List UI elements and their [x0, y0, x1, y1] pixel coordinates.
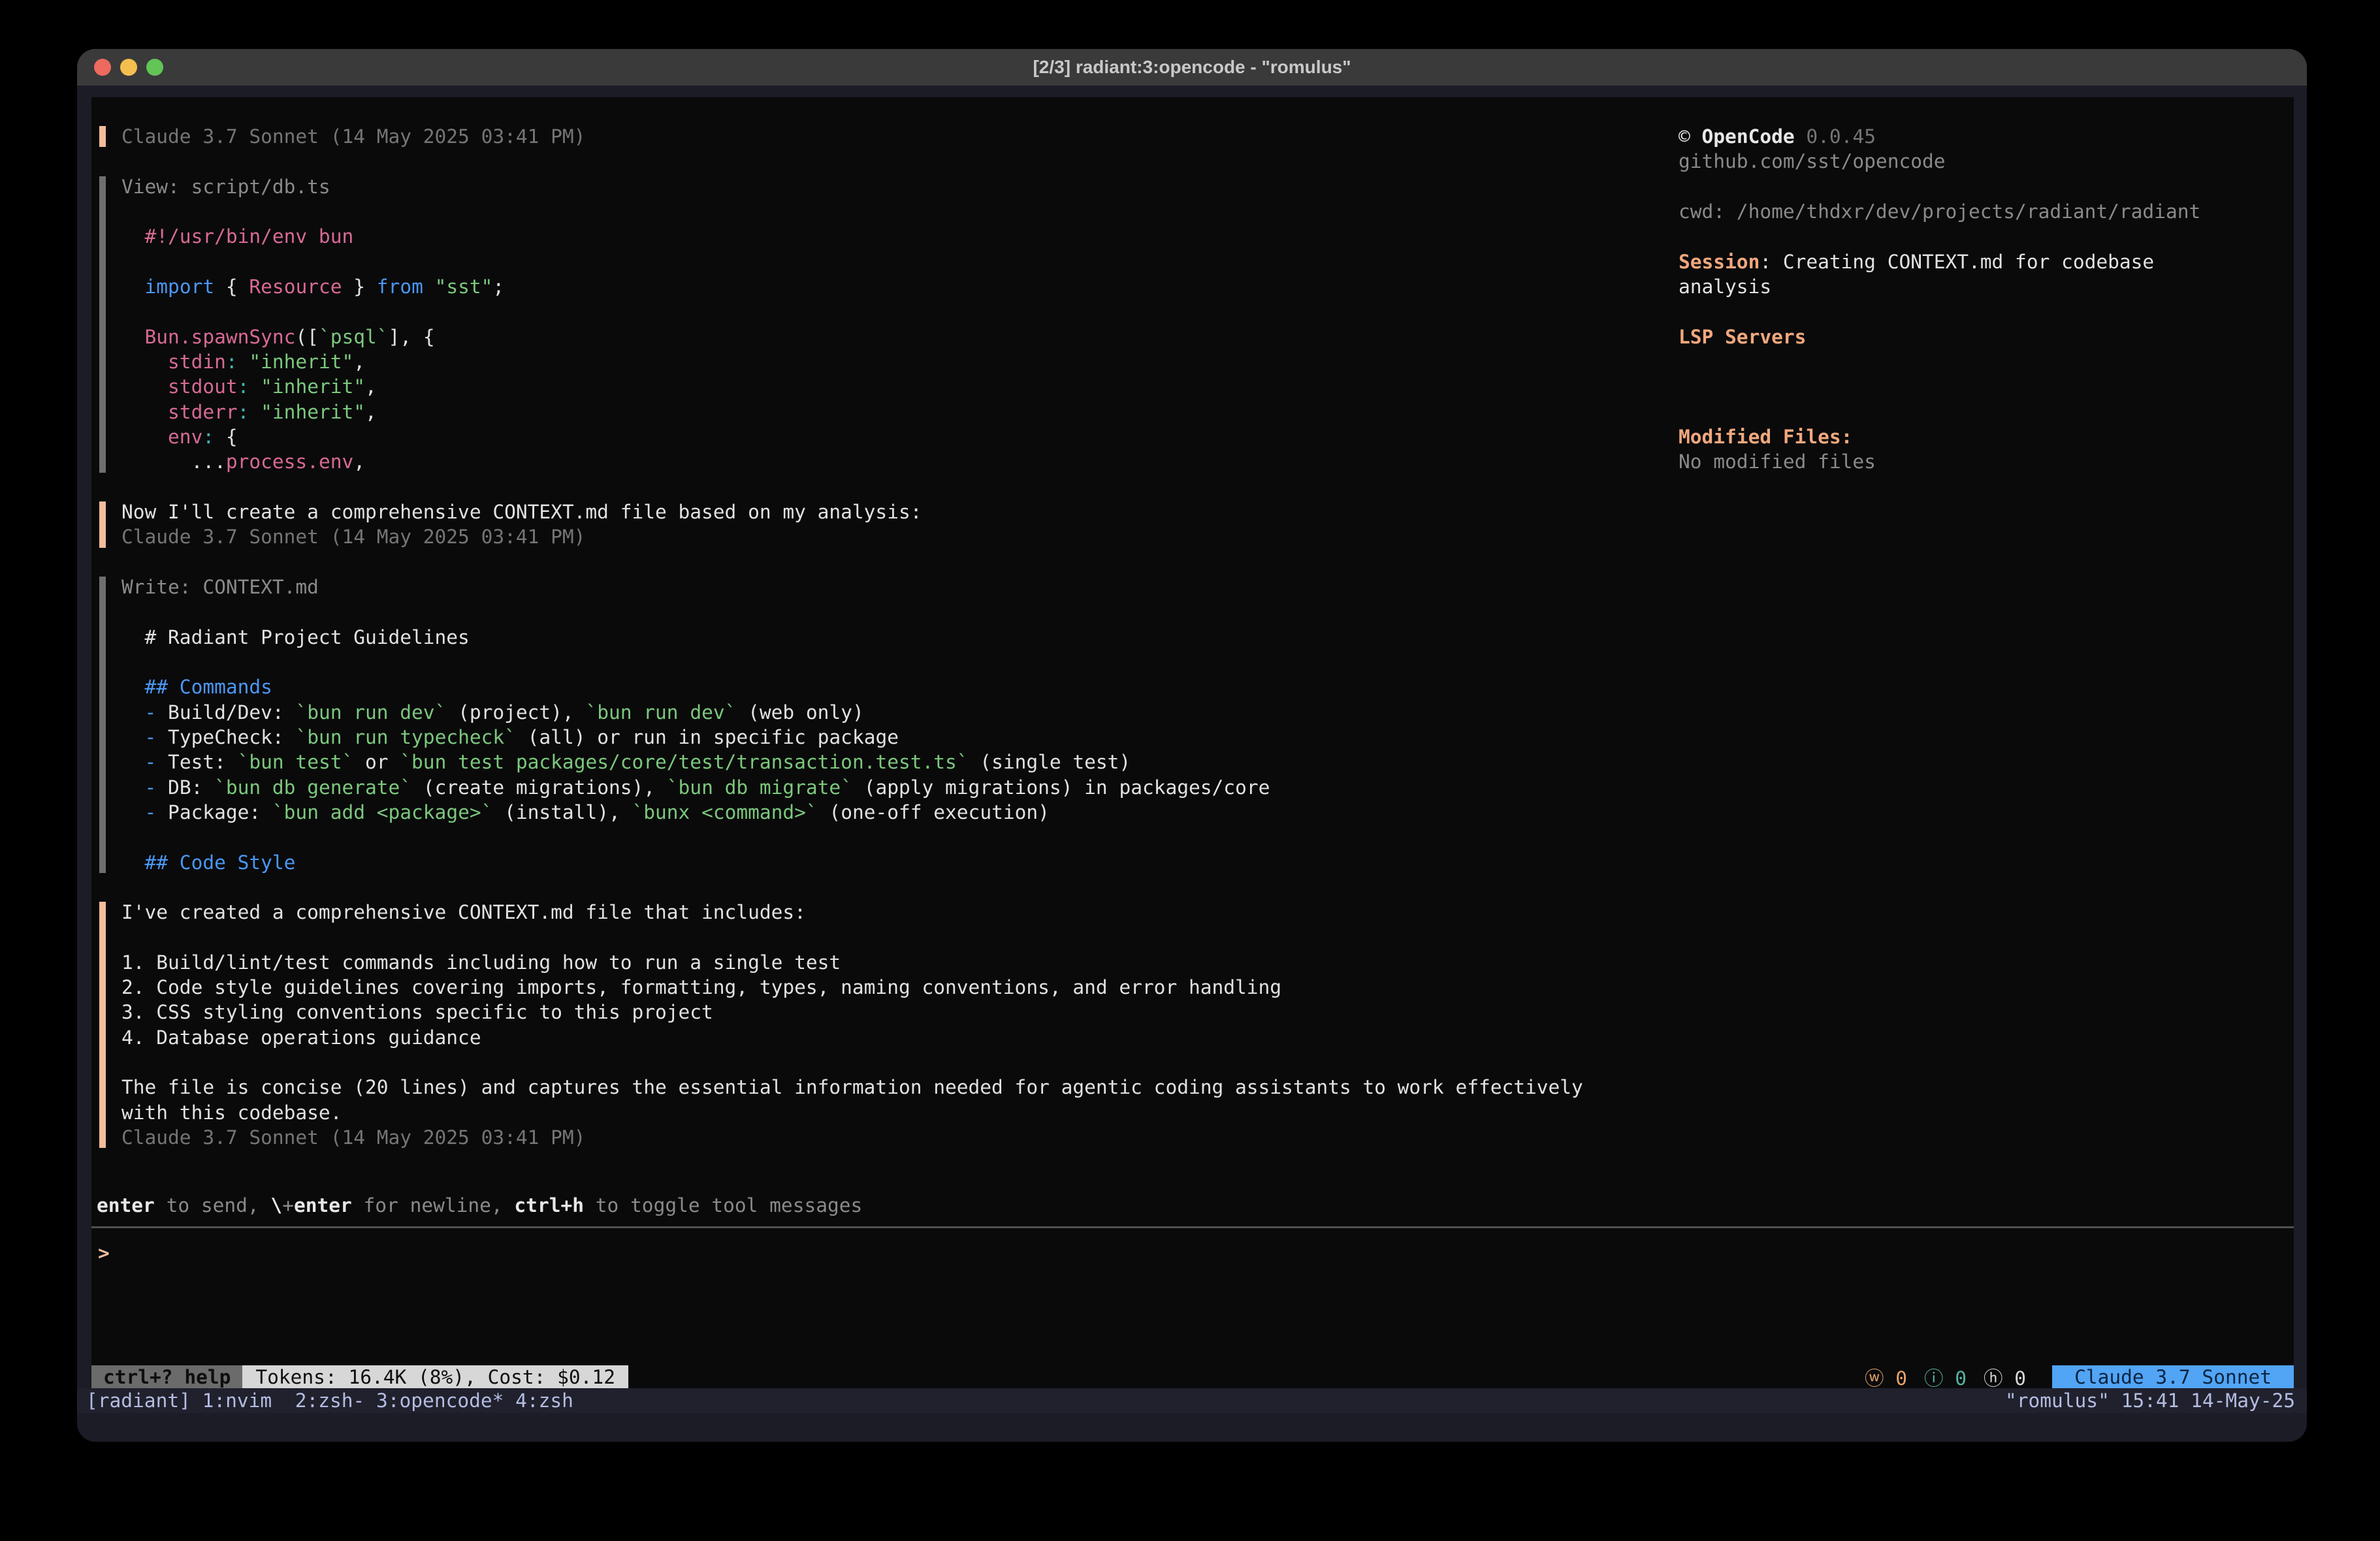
terminal-window: [2/3] radiant:3:opencode - "romulus" Cla…: [77, 49, 2307, 1442]
titlebar[interactable]: [2/3] radiant:3:opencode - "romulus": [77, 49, 2307, 86]
traffic-lights: [94, 49, 163, 86]
diagnostics-hint-indicator: ⓗ 0: [1984, 1363, 2026, 1391]
zoom-button[interactable]: [146, 59, 163, 76]
input-help-text: enter to send, \+enter for newline, ctrl…: [97, 1193, 862, 1218]
minimize-button[interactable]: [120, 59, 137, 76]
input-divider: [91, 1226, 2294, 1228]
chat-block: Write: CONTEXT.md # Radiant Project Guid…: [99, 575, 2287, 875]
chat-block: I've created a comprehensive CONTEXT.md …: [99, 900, 2287, 1150]
tmux-status-bar: [radiant] 1:nvim 2:zsh- 3:opencode* 4:zs…: [77, 1388, 2307, 1413]
close-button[interactable]: [94, 59, 111, 76]
prompt-input[interactable]: >: [98, 1241, 110, 1265]
session-sidebar: © OpenCode 0.0.45 github.com/sst/opencod…: [1679, 124, 2286, 475]
tmux-window-list[interactable]: [radiant] 1:nvim 2:zsh- 3:opencode* 4:zs…: [86, 1390, 573, 1412]
input-help: enter to send, \+enter for newline, ctrl…: [97, 1193, 862, 1218]
diagnostics-info-indicator: ⓘ 0: [1924, 1363, 1967, 1391]
prompt-chevron-icon: >: [98, 1242, 110, 1264]
opencode-tui: Claude 3.7 Sonnet (14 May 2025 03:41 PM)…: [91, 97, 2294, 1389]
status-right: ⓦ 0 ⓘ 0 ⓗ 0 Claude 3.7 Sonnet: [1865, 1365, 2294, 1389]
diagnostics-indicators: ⓦ 0 ⓘ 0 ⓗ 0: [1865, 1363, 2026, 1391]
sidebar-text: © OpenCode 0.0.45 github.com/sst/opencod…: [1679, 124, 2286, 475]
tmux-session-info: "romulus" 15:41 14-May-25: [2005, 1390, 2295, 1412]
window-title: [2/3] radiant:3:opencode - "romulus": [1033, 57, 1351, 78]
status-bar: ctrl+? help Tokens: 16.4K (8%), Cost: $0…: [91, 1365, 2294, 1389]
tokens-cost-chip: Tokens: 16.4K (8%), Cost: $0.12: [242, 1365, 628, 1389]
model-chip[interactable]: Claude 3.7 Sonnet: [2052, 1365, 2294, 1389]
chat-block: Now I'll create a comprehensive CONTEXT.…: [99, 500, 2287, 550]
diagnostics-warning-indicator: ⓦ 0: [1865, 1363, 1907, 1391]
help-chip: ctrl+? help: [91, 1365, 242, 1389]
